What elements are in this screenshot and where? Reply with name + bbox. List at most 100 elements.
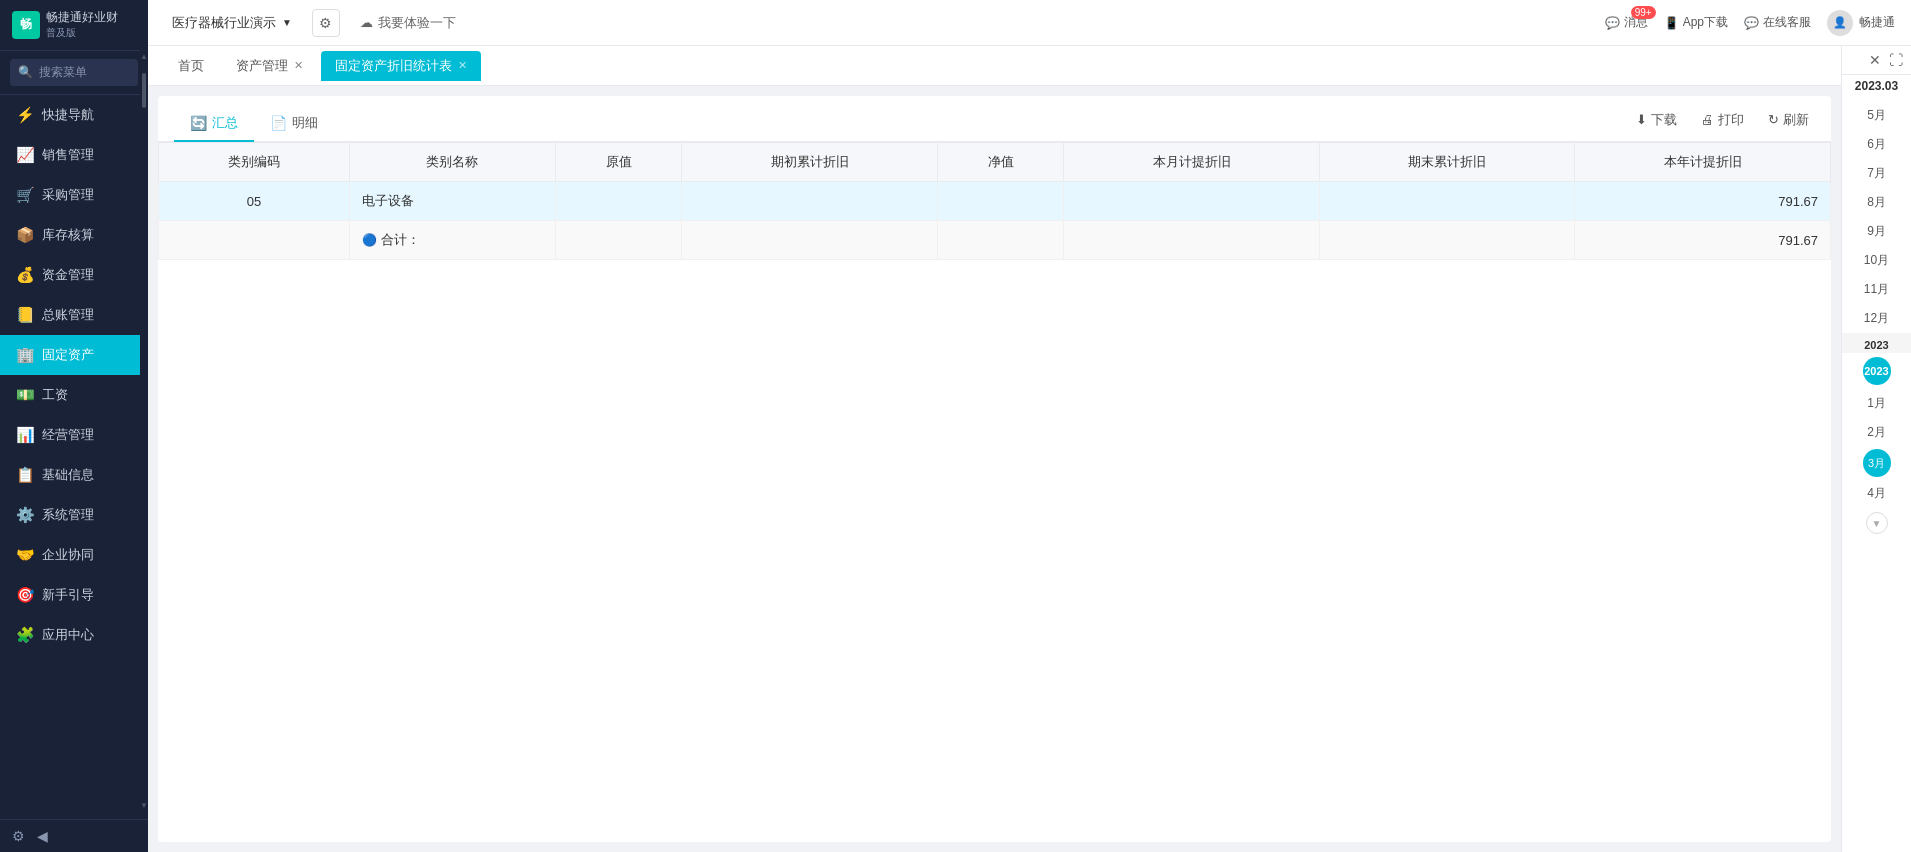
date-month-4[interactable]: 4月: [1842, 479, 1911, 508]
tabs-bar: 首页 资产管理 ✕ 固定资产折旧统计表 ✕: [148, 46, 1911, 86]
sidebar-label-purchase: 采购管理: [42, 186, 94, 204]
company-name: 医疗器械行业演示: [172, 14, 276, 32]
sub-tabs: 🔄 汇总 📄 明细 ⬇ 下载 🖨 打印 ↻ 刷新: [158, 96, 1831, 142]
messages-icon: 💬: [1605, 16, 1620, 30]
row-monthly-dep: [1064, 182, 1320, 221]
date-month-3-current[interactable]: 3月: [1863, 449, 1891, 477]
purchase-icon: 🛒: [16, 186, 34, 204]
panel-header: ✕ ⛶: [1842, 46, 1911, 75]
tab-assets[interactable]: 资产管理 ✕: [222, 51, 317, 81]
messages-button[interactable]: 💬 消息 99+: [1605, 14, 1648, 31]
cooperation-icon: 🤝: [16, 546, 34, 564]
sidebar-item-guide[interactable]: 🎯 新手引导: [0, 575, 148, 615]
panel-expand-button[interactable]: ⛶: [1887, 50, 1905, 70]
sidebar-item-system[interactable]: ⚙️ 系统管理: [0, 495, 148, 535]
col-monthly-dep: 本月计提折旧: [1064, 143, 1320, 182]
username: 畅捷通: [1859, 14, 1895, 31]
panel-close-button[interactable]: ✕: [1867, 50, 1883, 70]
tab-depreciation[interactable]: 固定资产折旧统计表 ✕: [321, 51, 481, 81]
summary-original: [555, 221, 682, 260]
sidebar-label-appcenter: 应用中心: [42, 626, 94, 644]
customer-service-button[interactable]: 💬 在线客服: [1744, 14, 1811, 31]
sidebar-item-sales[interactable]: 📈 销售管理: [0, 135, 148, 175]
print-icon: 🖨: [1701, 112, 1714, 127]
sidebar-item-appcenter[interactable]: 🧩 应用中心: [0, 615, 148, 655]
fixedassets-icon: 🏢: [16, 346, 34, 364]
download-icon: ⬇: [1636, 112, 1647, 127]
sidebar-label-payroll: 工资: [42, 386, 68, 404]
sidebar-item-finance[interactable]: 💰 资金管理: [0, 255, 148, 295]
experience-button[interactable]: ☁ 我要体验一下: [352, 10, 464, 36]
basicinfo-icon: 📋: [16, 466, 34, 484]
sidebar-item-payroll[interactable]: 💵 工资: [0, 375, 148, 415]
header-right: 💬 消息 99+ 📱 App下载 💬 在线客服 👤 畅捷通: [1605, 10, 1895, 36]
table-row[interactable]: 05 电子设备 791.67: [159, 182, 1831, 221]
avatar: 👤: [1827, 10, 1853, 36]
year-2023-label: 2023: [1842, 333, 1911, 353]
sidebar-search-container[interactable]: 🔍 搜索菜单: [0, 51, 148, 95]
year-badge[interactable]: 2023: [1863, 357, 1891, 385]
date-month-7[interactable]: 7月: [1842, 159, 1911, 188]
sidebar-label-finance: 资金管理: [42, 266, 94, 284]
sidebar-item-ledger[interactable]: 📒 总账管理: [0, 295, 148, 335]
page-body: 🔄 汇总 📄 明细 ⬇ 下载 🖨 打印 ↻ 刷新: [158, 96, 1831, 842]
app-download-label: App下载: [1683, 14, 1728, 31]
tab-assets-close[interactable]: ✕: [294, 59, 303, 72]
sidebar-item-fixedassets[interactable]: 🏢 固定资产: [0, 335, 148, 375]
app-download-button[interactable]: 📱 App下载: [1664, 14, 1728, 31]
date-month-1[interactable]: 1月: [1842, 389, 1911, 418]
sidebar-item-basicinfo[interactable]: 📋 基础信息: [0, 455, 148, 495]
date-list: 5月 6月 7月 8月 9月 10月 11月 12月 2023 2023 1月 …: [1842, 97, 1911, 852]
date-month-8[interactable]: 8月: [1842, 188, 1911, 217]
date-month-12[interactable]: 12月: [1842, 304, 1911, 333]
settings-button[interactable]: ⚙: [312, 9, 340, 37]
refresh-button[interactable]: ↻ 刷新: [1762, 107, 1815, 133]
tab-home[interactable]: 首页: [164, 51, 218, 81]
print-button[interactable]: 🖨 打印: [1695, 107, 1750, 133]
tab-assets-label: 资产管理: [236, 57, 288, 75]
summary-icon: 🔄: [190, 115, 207, 131]
sales-icon: 📈: [16, 146, 34, 164]
company-dropdown-icon: ▼: [282, 17, 292, 28]
sidebar-bottom: ⚙ ◀: [0, 819, 148, 852]
sidebar-label-basicinfo: 基础信息: [42, 466, 94, 484]
sidebar-settings-button[interactable]: ⚙: [12, 828, 25, 844]
customer-service-label: 在线客服: [1763, 14, 1811, 31]
operations-icon: 📊: [16, 426, 34, 444]
sidebar-item-purchase[interactable]: 🛒 采购管理: [0, 175, 148, 215]
date-month-6[interactable]: 6月: [1842, 130, 1911, 159]
ledger-icon: 📒: [16, 306, 34, 324]
company-selector[interactable]: 医疗器械行业演示 ▼: [164, 10, 300, 36]
sidebar-collapse-button[interactable]: ◀: [37, 828, 48, 844]
sub-tab-summary[interactable]: 🔄 汇总: [174, 106, 254, 142]
sidebar-item-inventory[interactable]: 📦 库存核算: [0, 215, 148, 255]
sub-tab-summary-label: 汇总: [212, 114, 238, 132]
table-container: 类别编码 类别名称 原值 期初累计折旧 净值 本月计提折旧 期末累计折旧 本年计…: [158, 142, 1831, 842]
summary-period-end-dep: [1319, 221, 1575, 260]
download-button[interactable]: ⬇ 下载: [1630, 107, 1683, 133]
refresh-icon: ↻: [1768, 112, 1779, 127]
user-menu[interactable]: 👤 畅捷通: [1827, 10, 1895, 36]
date-month-11[interactable]: 11月: [1842, 275, 1911, 304]
sum-icon: 🔵: [362, 233, 377, 247]
sidebar-label-operations: 经营管理: [42, 426, 94, 444]
date-month-2[interactable]: 2月: [1842, 418, 1911, 447]
sidebar-label-inventory: 库存核算: [42, 226, 94, 244]
sidebar-item-operations[interactable]: 📊 经营管理: [0, 415, 148, 455]
col-original: 原值: [555, 143, 682, 182]
row-name: 电子设备: [350, 182, 556, 221]
sidebar-logo: 畅 畅捷通好业财 普及版: [0, 0, 148, 51]
sidebar-item-cooperation[interactable]: 🤝 企业协同: [0, 535, 148, 575]
sub-tab-detail[interactable]: 📄 明细: [254, 106, 334, 142]
tab-depreciation-close[interactable]: ✕: [458, 59, 467, 72]
header: 医疗器械行业演示 ▼ ⚙ ☁ 我要体验一下 💬 消息 99+ 📱 App下载 💬…: [148, 0, 1911, 46]
panel-scroll-down-circle[interactable]: ▼: [1866, 512, 1888, 534]
date-month-10[interactable]: 10月: [1842, 246, 1911, 275]
date-month-5[interactable]: 5月: [1842, 101, 1911, 130]
sidebar-item-quicknav[interactable]: ⚡ 快捷导航: [0, 95, 148, 135]
summary-annual-dep: 791.67: [1575, 221, 1831, 260]
guide-icon: 🎯: [16, 586, 34, 604]
row-net-value: [937, 182, 1064, 221]
sidebar-search[interactable]: 🔍 搜索菜单: [10, 59, 138, 86]
date-month-9[interactable]: 9月: [1842, 217, 1911, 246]
